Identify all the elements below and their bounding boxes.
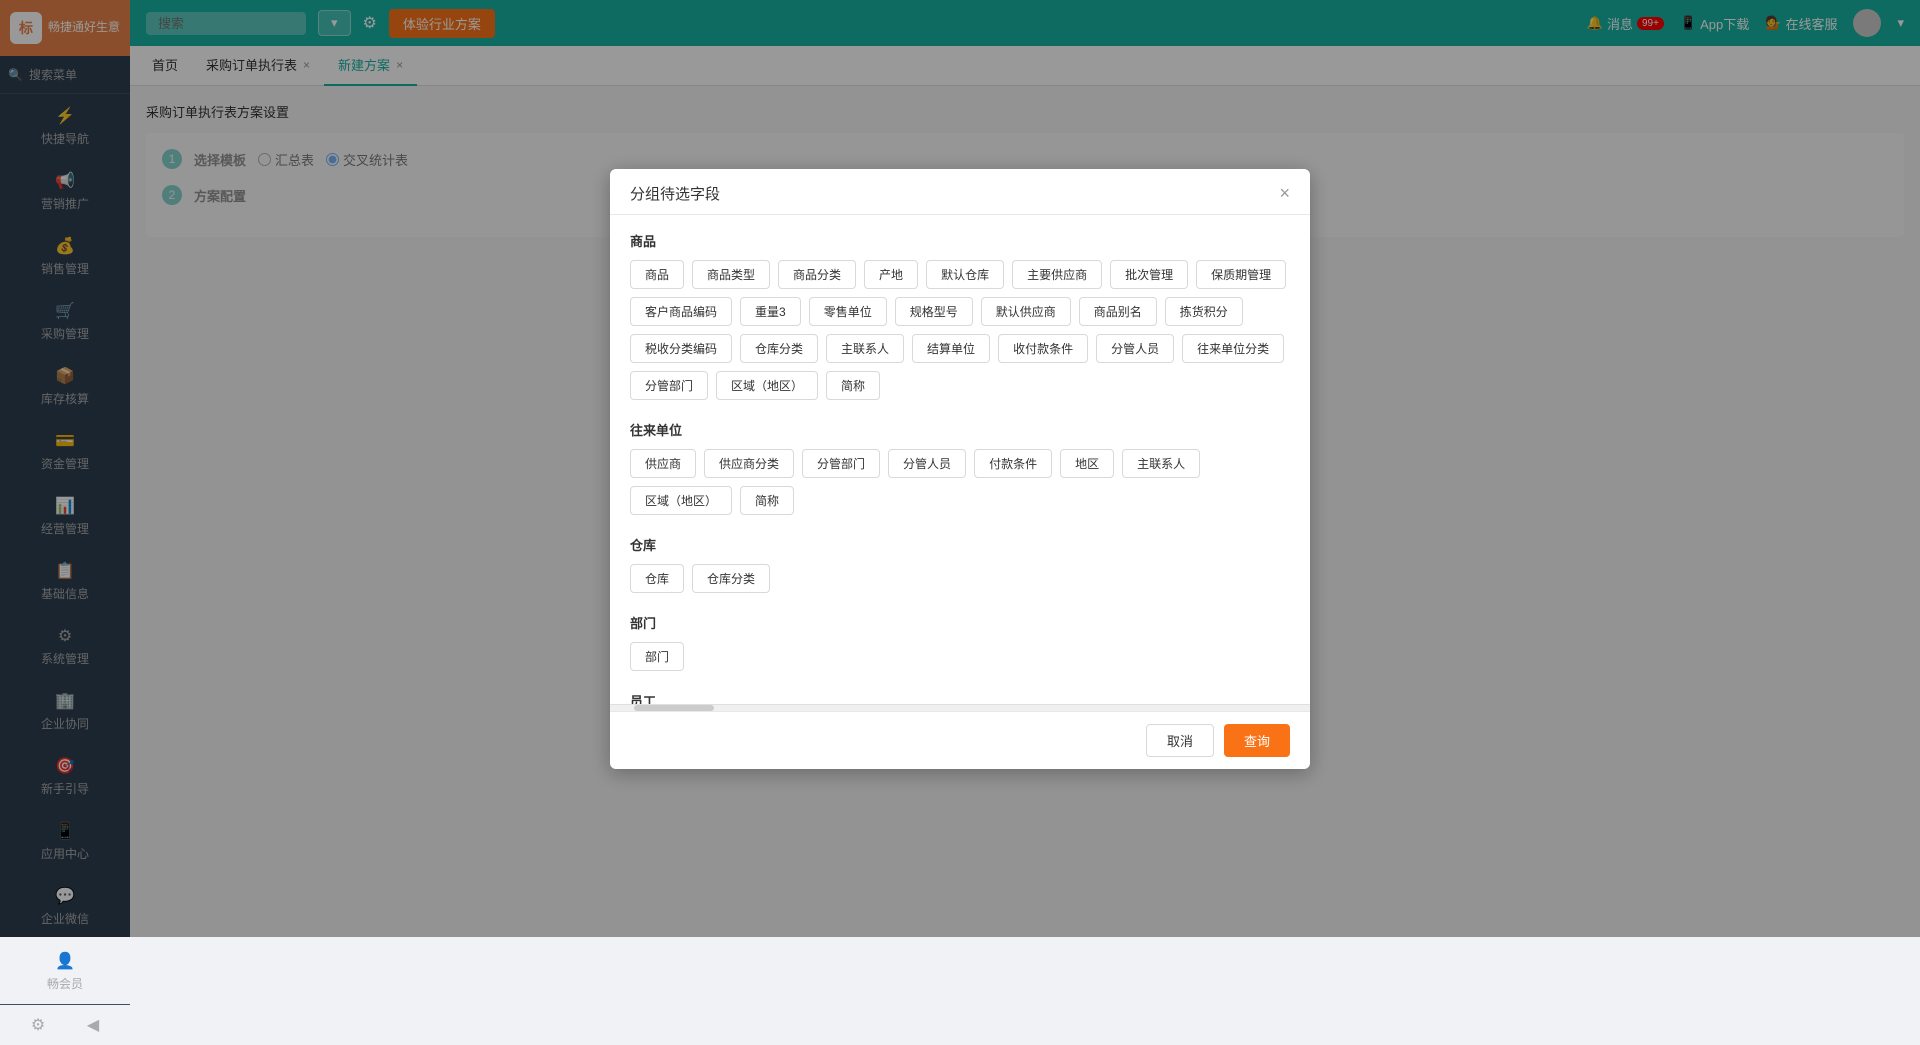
section-employee-title: 员工 [630, 691, 1290, 704]
field-tag[interactable]: 税收分类编码 [630, 334, 732, 363]
field-tag[interactable]: 规格型号 [895, 297, 973, 326]
field-tag[interactable]: 供应商 [630, 449, 696, 478]
field-tag[interactable]: 仓库分类 [692, 564, 770, 593]
field-tag[interactable]: 客户商品编码 [630, 297, 732, 326]
field-tag[interactable]: 默认仓库 [926, 260, 1004, 289]
field-tag[interactable]: 收付款条件 [998, 334, 1088, 363]
field-tag[interactable]: 分管人员 [1096, 334, 1174, 363]
section-products-tags: 商品 商品类型 商品分类 产地 默认仓库 主要供应商 批次管理 保质期管理 客户… [630, 260, 1290, 400]
modal-close-button[interactable]: × [1279, 184, 1290, 202]
field-tag[interactable]: 分管部门 [802, 449, 880, 478]
field-tag[interactable]: 分管部门 [630, 371, 708, 400]
member-icon: 👤 [55, 951, 75, 971]
field-tag[interactable]: 仓库 [630, 564, 684, 593]
cancel-button[interactable]: 取消 [1146, 724, 1214, 757]
field-tag[interactable]: 往来单位分类 [1182, 334, 1284, 363]
field-select-modal: 分组待选字段 × 商品 商品 商品类型 商品分类 产地 默认仓库 主要供应商 批… [610, 169, 1310, 769]
section-products: 商品 商品 商品类型 商品分类 产地 默认仓库 主要供应商 批次管理 保质期管理… [630, 231, 1290, 400]
field-tag[interactable]: 分管人员 [888, 449, 966, 478]
section-department-tags: 部门 [630, 642, 1290, 671]
field-tag[interactable]: 地区 [1060, 449, 1114, 478]
section-partners-title: 往来单位 [630, 420, 1290, 439]
field-tag[interactable]: 主要供应商 [1012, 260, 1102, 289]
settings-bottom-icon[interactable]: ⚙ [31, 1015, 45, 1035]
sidebar-label-member: 畅会员 [47, 975, 83, 992]
field-tag[interactable]: 保质期管理 [1196, 260, 1286, 289]
field-tag[interactable]: 零售单位 [809, 297, 887, 326]
field-tag[interactable]: 区域（地区） [716, 371, 818, 400]
field-tag[interactable]: 简称 [740, 486, 794, 515]
field-tag[interactable]: 仓库分类 [740, 334, 818, 363]
modal-header: 分组待选字段 × [610, 169, 1310, 215]
field-tag[interactable]: 结算单位 [912, 334, 990, 363]
field-tag[interactable]: 产地 [864, 260, 918, 289]
field-tag[interactable]: 重量3 [740, 297, 801, 326]
field-tag[interactable]: 商品 [630, 260, 684, 289]
section-warehouse: 仓库 仓库 仓库分类 [630, 535, 1290, 593]
field-tag[interactable]: 商品类型 [692, 260, 770, 289]
field-tag[interactable]: 部门 [630, 642, 684, 671]
section-partners: 往来单位 供应商 供应商分类 分管部门 分管人员 付款条件 地区 主联系人 区域… [630, 420, 1290, 515]
field-tag[interactable]: 付款条件 [974, 449, 1052, 478]
field-tag[interactable]: 简称 [826, 371, 880, 400]
modal-overlay: 分组待选字段 × 商品 商品 商品类型 商品分类 产地 默认仓库 主要供应商 批… [0, 0, 1920, 937]
field-tag[interactable]: 区域（地区） [630, 486, 732, 515]
sidebar-item-member[interactable]: 👤 畅会员 [0, 939, 130, 1004]
section-department-title: 部门 [630, 613, 1290, 632]
collapse-icon[interactable]: ◀ [87, 1015, 99, 1035]
modal-body: 商品 商品 商品类型 商品分类 产地 默认仓库 主要供应商 批次管理 保质期管理… [610, 215, 1310, 704]
field-tag[interactable]: 主联系人 [826, 334, 904, 363]
section-warehouse-title: 仓库 [630, 535, 1290, 554]
field-tag[interactable]: 商品别名 [1079, 297, 1157, 326]
section-employee: 员工 业务员 [630, 691, 1290, 704]
field-tag[interactable]: 供应商分类 [704, 449, 794, 478]
section-products-title: 商品 [630, 231, 1290, 250]
section-partners-tags: 供应商 供应商分类 分管部门 分管人员 付款条件 地区 主联系人 区域（地区） … [630, 449, 1290, 515]
modal-title: 分组待选字段 [630, 183, 720, 204]
field-tag[interactable]: 批次管理 [1110, 260, 1188, 289]
field-tag[interactable]: 商品分类 [778, 260, 856, 289]
section-warehouse-tags: 仓库 仓库分类 [630, 564, 1290, 593]
field-tag[interactable]: 拣货积分 [1165, 297, 1243, 326]
field-tag[interactable]: 默认供应商 [981, 297, 1071, 326]
field-tag[interactable]: 主联系人 [1122, 449, 1200, 478]
confirm-button[interactable]: 查询 [1224, 724, 1290, 757]
sidebar-bottom: ⚙ ◀ [0, 1004, 130, 1045]
modal-footer: 取消 查询 [610, 711, 1310, 769]
section-department: 部门 部门 [630, 613, 1290, 671]
modal-horizontal-scrollbar[interactable] [610, 704, 1310, 711]
